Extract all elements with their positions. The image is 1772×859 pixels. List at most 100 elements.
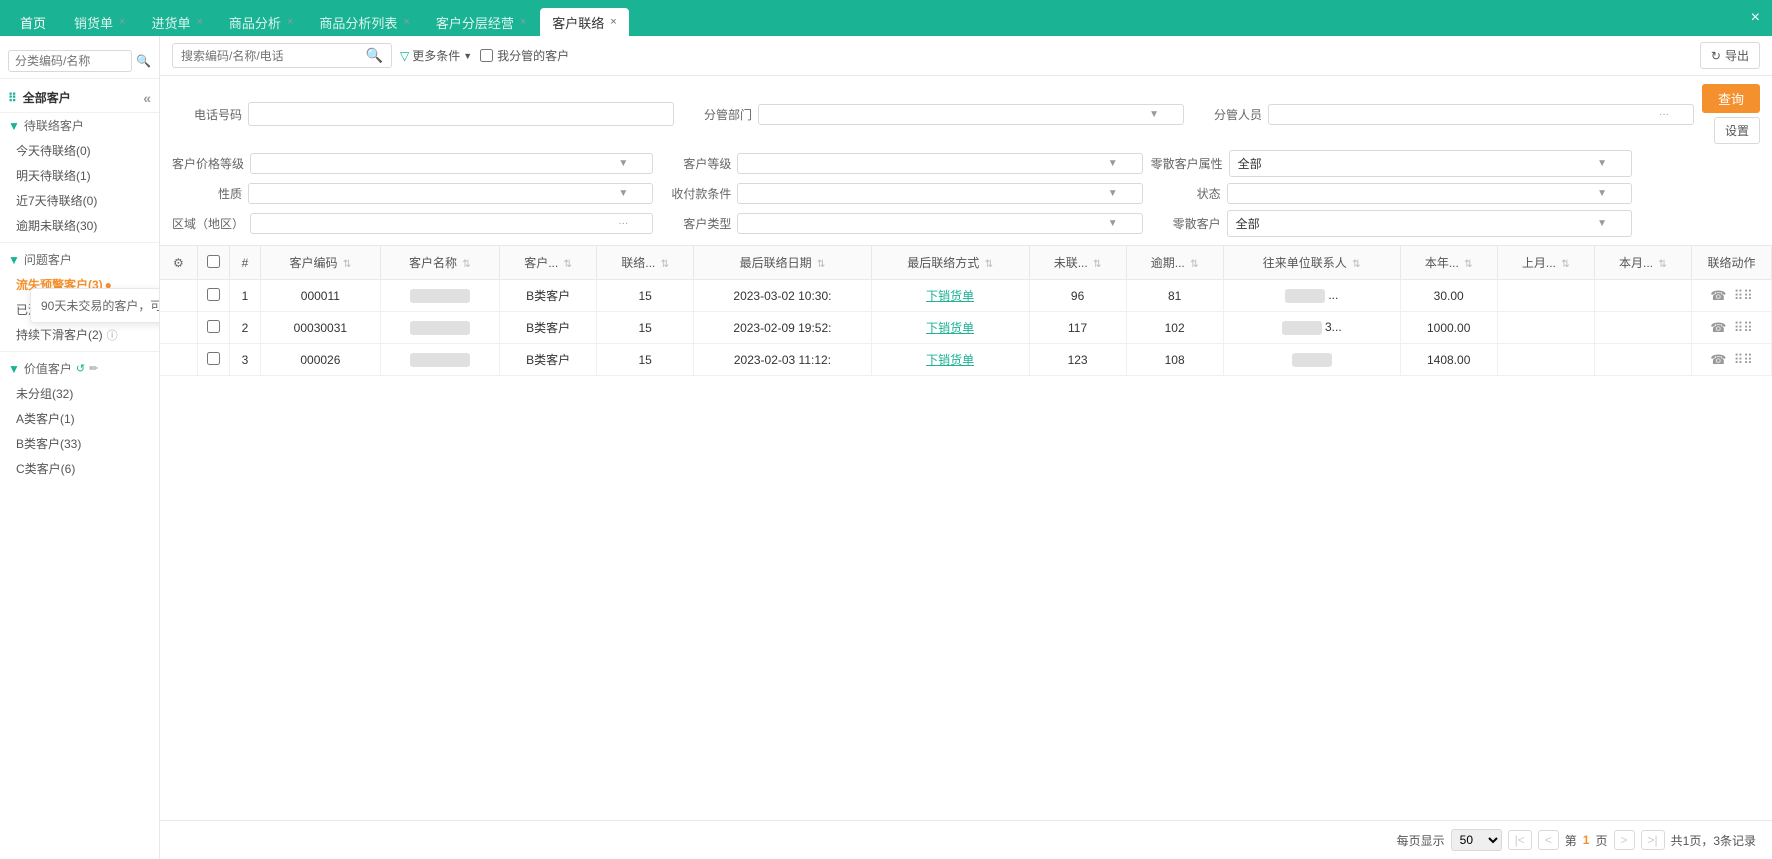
blurred-unit-1: [1282, 321, 1322, 335]
row-type-1: B类客户: [500, 312, 597, 344]
tab-customer-layer[interactable]: 客户分层经营 ×: [424, 8, 538, 36]
col-uncontacted[interactable]: 未联... ⇅: [1029, 246, 1126, 280]
close-customer-layer-icon[interactable]: ×: [520, 16, 526, 28]
action-more-0[interactable]: ⠿⠿: [1734, 288, 1753, 303]
edit-icon[interactable]: ✏: [89, 362, 98, 375]
col-overdue[interactable]: 逾期... ⇅: [1126, 246, 1223, 280]
customer-level-select[interactable]: ▼: [737, 153, 1142, 174]
search-input[interactable]: [181, 49, 366, 63]
unit-suffix-0: ...: [1328, 288, 1338, 302]
search-button[interactable]: 🔍: [366, 47, 383, 64]
row-last-type-2[interactable]: 下销货单: [871, 344, 1029, 376]
dept-select[interactable]: ▼: [758, 104, 1184, 125]
settings-button[interactable]: 设置: [1714, 117, 1760, 144]
col-this-month[interactable]: 本月... ⇅: [1594, 246, 1691, 280]
action-phone-0[interactable]: ☎: [1710, 288, 1726, 303]
sidebar-item-overdue[interactable]: 逾期未联络(30): [0, 213, 159, 238]
price-level-select[interactable]: ▼: [250, 153, 653, 174]
row-checkbox-2[interactable]: [197, 344, 229, 376]
last-type-link-2[interactable]: 下销货单: [926, 353, 974, 367]
gender-select[interactable]: ▼: [248, 183, 653, 204]
my-customers-checkbox[interactable]: [480, 49, 493, 62]
tab-home[interactable]: 首页: [8, 8, 58, 36]
export-button[interactable]: ↻ 导出: [1700, 42, 1760, 69]
sidebar-item-ungrouped[interactable]: 未分组(32): [0, 381, 159, 406]
triangle-icon: ▼: [8, 119, 20, 133]
group-value[interactable]: ▼ 价值客户 ↺ ✏: [0, 356, 159, 381]
manager-label: 分管人员: [1192, 106, 1262, 123]
region-select[interactable]: ···: [250, 213, 653, 234]
row-last-type-1[interactable]: 下销货单: [871, 312, 1029, 344]
col-last-type[interactable]: 最后联络方式 ⇅: [871, 246, 1029, 280]
col-last-date[interactable]: 最后联络日期 ⇅: [694, 246, 872, 280]
row-select-0[interactable]: [207, 288, 220, 301]
sidebar-item-tomorrow[interactable]: 明天待联络(1): [0, 163, 159, 188]
sidebar-item-declining[interactable]: 持续下滑客户(2) ⓘ: [0, 322, 159, 347]
last-type-link-1[interactable]: 下销货单: [926, 321, 974, 335]
close-customer-contact-icon[interactable]: ×: [610, 16, 616, 28]
customer-type-select[interactable]: ▼: [737, 213, 1142, 234]
tab-analysis-list[interactable]: 商品分析列表 ×: [307, 8, 421, 36]
col-code[interactable]: 客户编码 ⇅: [261, 246, 380, 280]
sidebar-item-b-class[interactable]: B类客户(33): [0, 431, 159, 456]
manager-field: 分管人员 ···: [1192, 104, 1694, 125]
row-checkbox-1[interactable]: [197, 312, 229, 344]
close-purchase-icon[interactable]: ×: [196, 16, 202, 28]
action-more-1[interactable]: ⠿⠿: [1734, 320, 1753, 335]
row-select-1[interactable]: [207, 320, 220, 333]
action-more-2[interactable]: ⠿⠿: [1734, 352, 1753, 367]
more-conditions-label: 更多条件: [412, 47, 460, 64]
sidebar-item-c-class[interactable]: C类客户(6): [0, 456, 159, 481]
col-this-year[interactable]: 本年... ⇅: [1400, 246, 1497, 280]
sidebar-item-a-class[interactable]: A类客户(1): [0, 406, 159, 431]
col-unit-contact[interactable]: 往来单位联系人 ⇅: [1223, 246, 1400, 280]
sidebar-search-input[interactable]: [8, 50, 132, 72]
query-button[interactable]: 查询: [1702, 84, 1760, 113]
row-checkbox-0[interactable]: [197, 280, 229, 312]
retail-attr-select[interactable]: 全部 ▼: [1229, 150, 1632, 177]
page-size-select[interactable]: 50 100 200: [1451, 829, 1502, 851]
sidebar-search-icon[interactable]: 🔍: [136, 54, 151, 68]
col-settings[interactable]: ⚙: [160, 246, 197, 280]
phone-input[interactable]: [248, 102, 674, 126]
window-close-icon[interactable]: ×: [1751, 9, 1760, 27]
payment-select[interactable]: ▼: [737, 183, 1142, 204]
row-last-month-0: [1497, 280, 1594, 312]
action-phone-1[interactable]: ☎: [1710, 320, 1726, 335]
col-name[interactable]: 客户名称 ⇅: [380, 246, 499, 280]
retail-customer-select[interactable]: 全部 ▼: [1227, 210, 1632, 237]
col-type[interactable]: 客户... ⇅: [500, 246, 597, 280]
col-last-month[interactable]: 上月... ⇅: [1497, 246, 1594, 280]
next-page-button[interactable]: >: [1614, 830, 1635, 850]
select-all-checkbox[interactable]: [207, 255, 220, 268]
tab-sales[interactable]: 销货单 ×: [62, 8, 137, 36]
current-page-num: 1: [1583, 833, 1590, 847]
close-analysis-icon[interactable]: ×: [287, 16, 293, 28]
manager-select[interactable]: ···: [1268, 104, 1694, 125]
tab-analysis[interactable]: 商品分析 ×: [217, 8, 305, 36]
row-action-0: ☎ ⠿⠿: [1692, 280, 1772, 312]
sort-this-year-icon: ⇅: [1464, 259, 1472, 270]
all-customers-section[interactable]: ⠿ 全部客户 «: [0, 83, 159, 113]
my-customers-checkbox-label[interactable]: 我分管的客户: [480, 47, 569, 64]
close-analysis-list-icon[interactable]: ×: [403, 16, 409, 28]
tab-customer-contact[interactable]: 客户联络 ×: [540, 8, 628, 36]
tab-purchase[interactable]: 进货单 ×: [139, 8, 214, 36]
collapse-icon[interactable]: «: [143, 90, 151, 106]
group-pending-contact[interactable]: ▼ 待联络客户: [0, 113, 159, 138]
sidebar-item-7days[interactable]: 近7天待联络(0): [0, 188, 159, 213]
col-contact[interactable]: 联络... ⇅: [597, 246, 694, 280]
status-select[interactable]: ▼: [1227, 183, 1632, 204]
row-last-type-0[interactable]: 下销货单: [871, 280, 1029, 312]
group-problem[interactable]: ▼ 问题客户: [0, 247, 159, 272]
last-page-button[interactable]: >|: [1641, 830, 1665, 850]
last-type-link-0[interactable]: 下销货单: [926, 289, 974, 303]
prev-page-button[interactable]: <: [1538, 830, 1559, 850]
row-select-2[interactable]: [207, 352, 220, 365]
refresh-icon[interactable]: ↺: [76, 362, 85, 375]
more-conditions-button[interactable]: ▽ 更多条件 ▼: [400, 47, 472, 64]
sidebar-item-today[interactable]: 今天待联络(0): [0, 138, 159, 163]
close-sales-icon[interactable]: ×: [119, 16, 125, 28]
action-phone-2[interactable]: ☎: [1710, 352, 1726, 367]
first-page-button[interactable]: |<: [1508, 830, 1532, 850]
